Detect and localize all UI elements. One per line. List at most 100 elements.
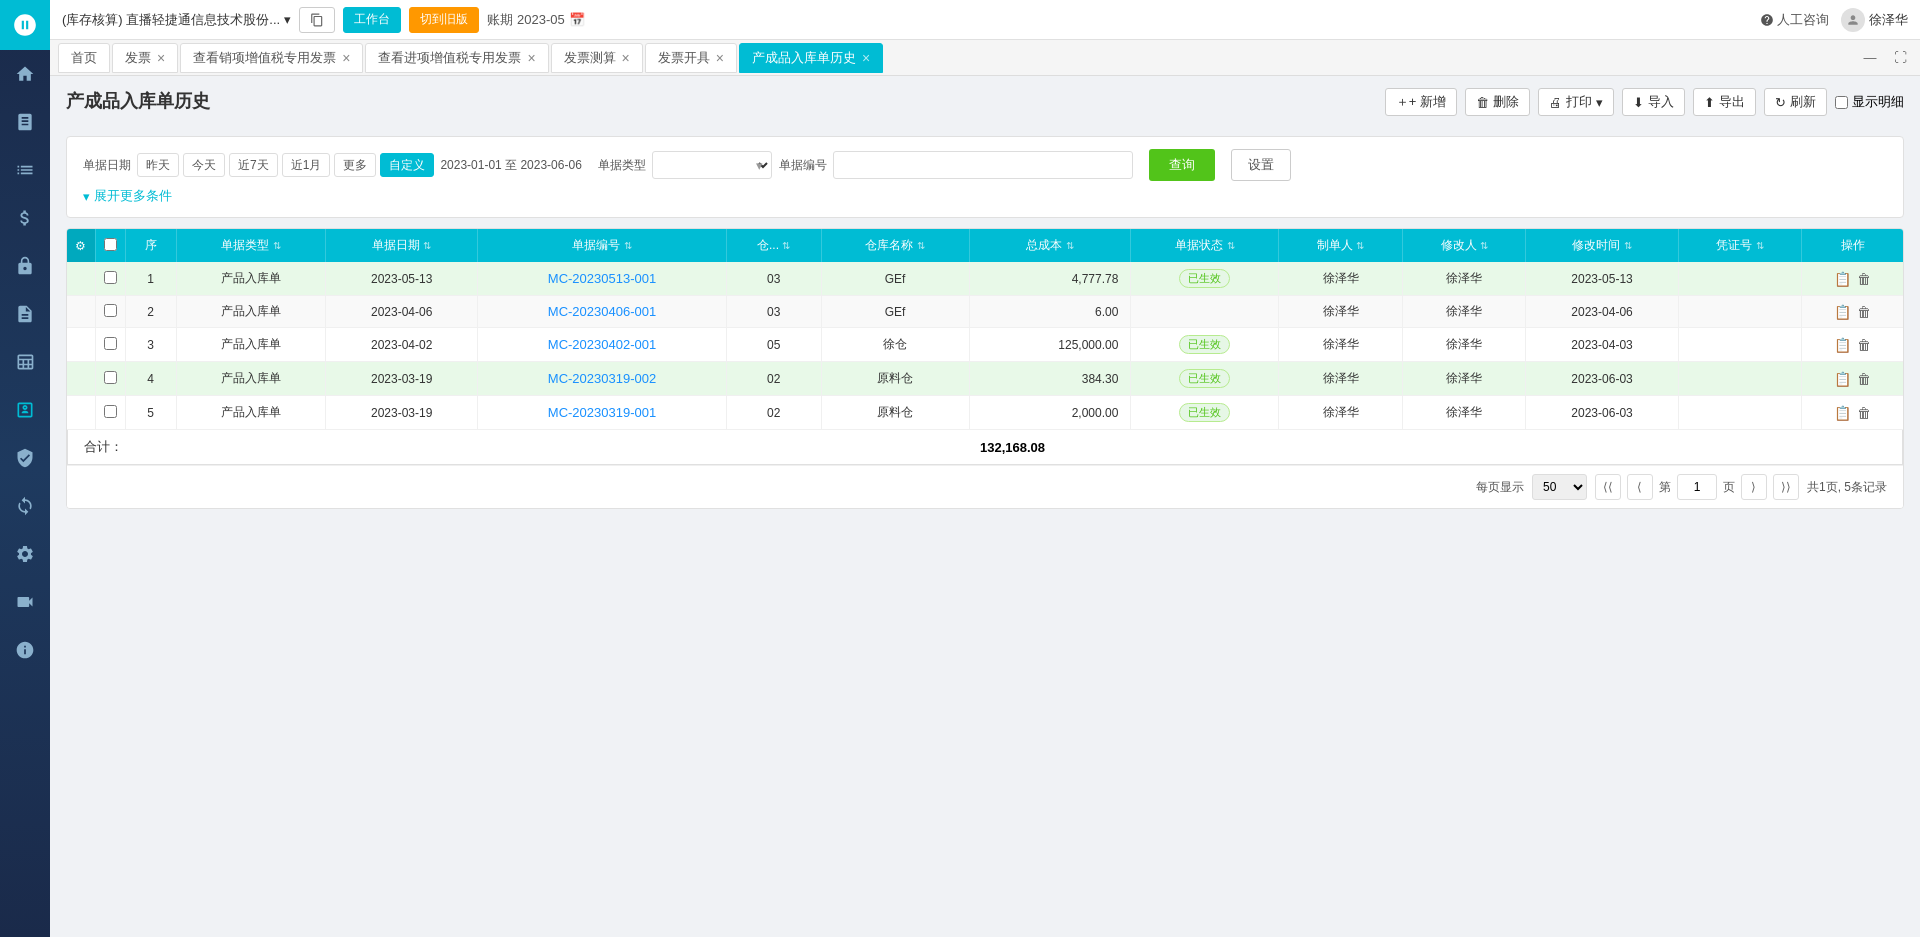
select-all-checkbox[interactable] <box>104 238 117 251</box>
row-checkbox[interactable] <box>104 271 117 284</box>
new-btn[interactable]: ＋ + 新增 <box>1385 88 1457 116</box>
col-total-cost[interactable]: 总成本 ⇅ <box>969 229 1131 262</box>
tab-sales-vat-close[interactable]: × <box>342 50 350 66</box>
date-yesterday-btn[interactable]: 昨天 <box>137 153 179 177</box>
row-code[interactable]: MC-20230513-001 <box>478 262 726 296</box>
date-1month-btn[interactable]: 近1月 <box>282 153 331 177</box>
sidebar-item-box[interactable] <box>0 386 50 434</box>
tab-home[interactable]: 首页 <box>58 43 110 73</box>
row-code[interactable]: MC-20230406-001 <box>478 296 726 328</box>
tab-purchase-vat[interactable]: 查看进项增值税专用发票 × <box>365 43 548 73</box>
date-custom-btn[interactable]: 自定义 <box>380 153 434 177</box>
row-code-link[interactable]: MC-20230402-001 <box>548 337 656 352</box>
row-code-link[interactable]: MC-20230319-001 <box>548 405 656 420</box>
sidebar-item-stamp[interactable] <box>0 434 50 482</box>
import-btn[interactable]: ⬇ 导入 <box>1622 88 1685 116</box>
tab-invoice-close[interactable]: × <box>157 50 165 66</box>
query-btn[interactable]: 查询 <box>1149 149 1215 181</box>
setting-btn[interactable]: 设置 <box>1231 149 1291 181</box>
row-code[interactable]: MC-20230402-001 <box>478 328 726 362</box>
sidebar-item-version[interactable] <box>0 626 50 674</box>
col-date[interactable]: 单据日期 ⇅ <box>326 229 478 262</box>
copy-btn[interactable] <box>299 7 335 33</box>
expand-more-btn[interactable]: ▾ 展开更多条件 <box>83 187 1887 205</box>
app-logo[interactable] <box>0 0 50 50</box>
delete-row-icon[interactable]: 🗑 <box>1857 371 1871 387</box>
edit-icon[interactable]: 📋 <box>1834 371 1851 387</box>
delete-row-icon[interactable]: 🗑 <box>1857 337 1871 353</box>
display-detail-toggle[interactable]: 显示明细 <box>1835 93 1904 111</box>
export-btn[interactable]: ⬆ 导出 <box>1693 88 1756 116</box>
prev-page-btn[interactable]: ⟨ <box>1627 474 1653 500</box>
sidebar-item-ledger[interactable] <box>0 98 50 146</box>
row-checkbox-cell[interactable] <box>95 296 125 328</box>
workbench-btn[interactable]: 工作台 <box>343 7 401 33</box>
sidebar-item-lock[interactable] <box>0 242 50 290</box>
edit-icon[interactable]: 📋 <box>1834 304 1851 320</box>
col-warehouse-name[interactable]: 仓库名称 ⇅ <box>821 229 969 262</box>
col-modify-time[interactable]: 修改时间 ⇅ <box>1526 229 1678 262</box>
tab-calc-close[interactable]: × <box>622 50 630 66</box>
tab-calc[interactable]: 发票测算 × <box>551 43 643 73</box>
row-code[interactable]: MC-20230319-001 <box>478 396 726 430</box>
col-type[interactable]: 单据类型 ⇅ <box>176 229 325 262</box>
refresh-btn[interactable]: ↻ 刷新 <box>1764 88 1827 116</box>
row-code-link[interactable]: MC-20230406-001 <box>548 304 656 319</box>
number-input[interactable] <box>833 151 1133 179</box>
edit-icon[interactable]: 📋 <box>1834 405 1851 421</box>
sidebar-item-video[interactable] <box>0 578 50 626</box>
date-today-btn[interactable]: 今天 <box>183 153 225 177</box>
col-code[interactable]: 单据编号 ⇅ <box>478 229 726 262</box>
tab-purchase-vat-close[interactable]: × <box>527 50 535 66</box>
row-code[interactable]: MC-20230319-002 <box>478 362 726 396</box>
last-page-btn[interactable]: ⟩⟩ <box>1773 474 1799 500</box>
edit-icon[interactable]: 📋 <box>1834 337 1851 353</box>
col-creator[interactable]: 制单人 ⇅ <box>1279 229 1402 262</box>
sidebar-item-sync[interactable] <box>0 482 50 530</box>
row-checkbox[interactable] <box>104 304 117 317</box>
delete-row-icon[interactable]: 🗑 <box>1857 271 1871 287</box>
print-btn[interactable]: 🖨 打印 ▾ <box>1538 88 1614 116</box>
row-checkbox[interactable] <box>104 371 117 384</box>
company-dropdown-icon[interactable]: ▾ <box>284 12 291 27</box>
row-checkbox[interactable] <box>104 405 117 418</box>
page-size-select[interactable]: 20 50 100 <box>1532 474 1587 500</box>
col-modifier[interactable]: 修改人 ⇅ <box>1402 229 1525 262</box>
tab-invoice[interactable]: 发票 × <box>112 43 178 73</box>
tab-sales-vat[interactable]: 查看销项增值税专用发票 × <box>180 43 363 73</box>
sidebar-item-settings[interactable] <box>0 530 50 578</box>
row-checkbox-cell[interactable] <box>95 262 125 296</box>
col-checkbox[interactable] <box>95 229 125 262</box>
sidebar-item-document[interactable] <box>0 290 50 338</box>
delete-row-icon[interactable]: 🗑 <box>1857 405 1871 421</box>
row-checkbox-cell[interactable] <box>95 328 125 362</box>
row-checkbox-cell[interactable] <box>95 396 125 430</box>
col-voucher[interactable]: 凭证号 ⇅ <box>1678 229 1801 262</box>
delete-btn[interactable]: 🗑 删除 <box>1465 88 1530 116</box>
user-menu[interactable]: 徐泽华 <box>1841 8 1908 32</box>
calendar-icon[interactable]: 📅 <box>569 12 585 27</box>
sidebar-item-table[interactable] <box>0 338 50 386</box>
support-btn[interactable]: 人工咨询 <box>1760 11 1829 29</box>
col-status[interactable]: 单据状态 ⇅ <box>1131 229 1279 262</box>
date-7days-btn[interactable]: 近7天 <box>229 153 278 177</box>
next-page-btn[interactable]: ⟩ <box>1741 474 1767 500</box>
display-detail-checkbox[interactable] <box>1835 96 1848 109</box>
tab-product-history[interactable]: 产成品入库单历史 × <box>739 43 883 73</box>
row-checkbox-cell[interactable] <box>95 362 125 396</box>
sidebar-item-tax[interactable] <box>0 194 50 242</box>
date-more-btn[interactable]: 更多 <box>334 153 376 177</box>
page-input[interactable] <box>1677 474 1717 500</box>
row-code-link[interactable]: MC-20230513-001 <box>548 271 656 286</box>
tab-product-history-close[interactable]: × <box>862 50 870 66</box>
sidebar-item-home[interactable] <box>0 50 50 98</box>
row-checkbox[interactable] <box>104 337 117 350</box>
period-btn[interactable]: 切到旧版 <box>409 7 479 33</box>
col-warehouse-code[interactable]: 仓... ⇅ <box>726 229 821 262</box>
tab-maximize-btn[interactable]: ⛶ <box>1888 46 1912 70</box>
delete-row-icon[interactable]: 🗑 <box>1857 304 1871 320</box>
tab-open-close[interactable]: × <box>716 50 724 66</box>
type-select[interactable] <box>652 151 772 179</box>
tab-open[interactable]: 发票开具 × <box>645 43 737 73</box>
col-settings[interactable]: ⚙ <box>67 229 95 262</box>
